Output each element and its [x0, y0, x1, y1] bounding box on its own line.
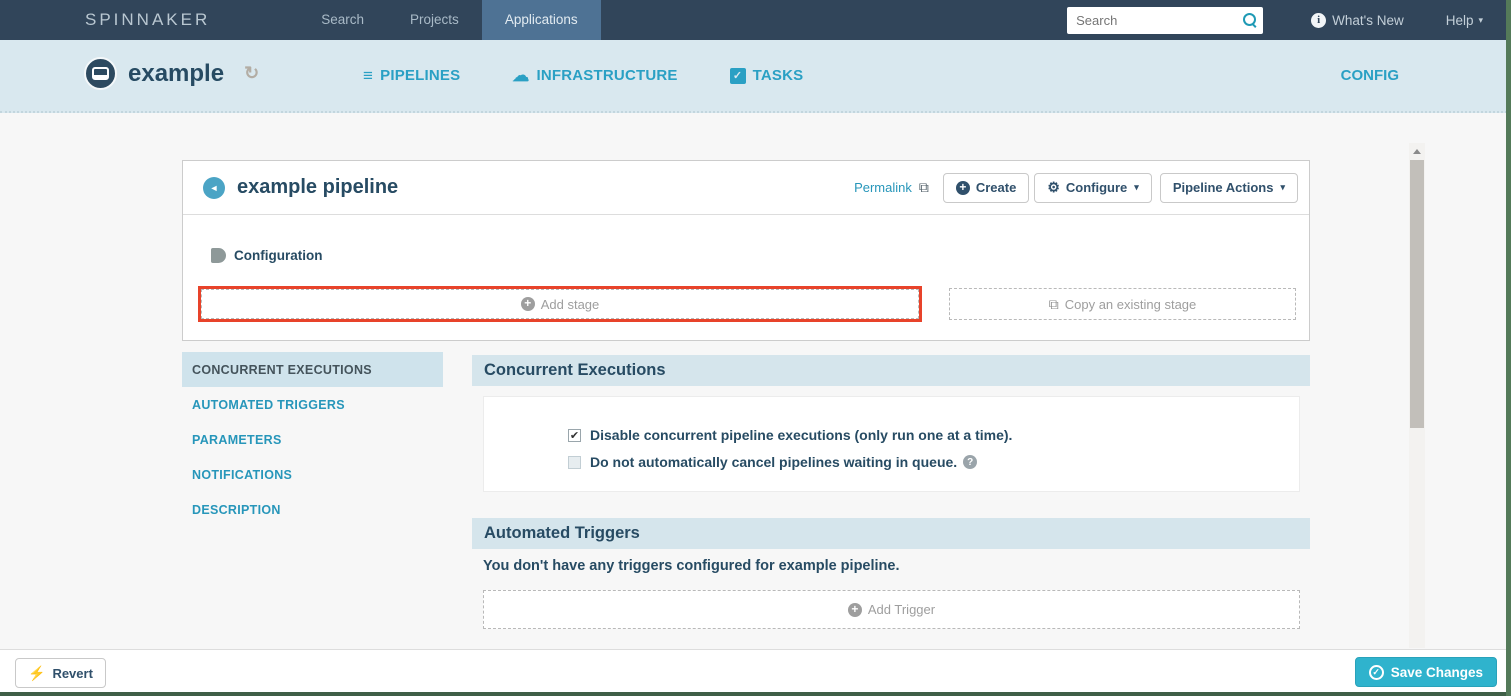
refresh-icon[interactable]: ↻: [244, 63, 259, 84]
spinnaker-logo: SPINNAKER: [85, 10, 211, 29]
search-icon: [1243, 13, 1257, 27]
topnav-item-search[interactable]: Search: [298, 0, 387, 40]
info-icon: i: [1311, 12, 1327, 28]
help-question-icon[interactable]: ?: [963, 455, 978, 469]
chevron-down-icon: ▾: [1478, 14, 1483, 25]
sidebar-item-concurrent-executions[interactable]: CONCURRENT EXECUTIONS: [182, 352, 443, 387]
application-icon: [84, 57, 117, 90]
global-search: [1067, 6, 1264, 34]
add-stage-highlight-box: + Add stage: [198, 286, 922, 322]
create-button[interactable]: + Create: [942, 172, 1030, 203]
footer-action-bar: ⚡ Revert ✓ Save Changes: [0, 649, 1511, 692]
add-trigger-container: + Add Trigger: [483, 590, 1300, 629]
sidebar-item-description[interactable]: DESCRIPTION: [182, 492, 443, 527]
bottom-edge-strip: [0, 692, 1511, 696]
whats-new-label: What's New: [1332, 12, 1404, 28]
copy-existing-stage-button[interactable]: ⧉ Copy an existing stage: [949, 288, 1296, 320]
sidebar-item-automated-triggers[interactable]: AUTOMATED TRIGGERS: [182, 387, 443, 422]
tab-infrastructure[interactable]: ☁ INFRASTRUCTURE: [512, 66, 677, 86]
topnav-right-group: i What's New Help ▾: [1067, 0, 1501, 40]
topnav-menu: Search Projects Applications: [298, 0, 601, 40]
help-menu[interactable]: Help ▾: [1446, 13, 1483, 28]
permalink-link[interactable]: Permalink: [854, 180, 912, 195]
application-identity: example ↻: [84, 57, 259, 90]
copy-stage-container: ⧉ Copy an existing stage: [949, 288, 1296, 320]
whats-new-link[interactable]: i What's New: [1311, 12, 1404, 28]
stage-shape-icon: [211, 248, 226, 263]
add-stage-label: Add stage: [540, 296, 600, 312]
back-arrow-icon[interactable]: ◄: [203, 176, 225, 199]
application-tabs: ≡ PIPELINES ☁ INFRASTRUCTURE ✓ TASKS: [363, 40, 803, 111]
plus-circle-icon: +: [955, 180, 970, 195]
settings-sidebar: CONCURRENT EXECUTIONS AUTOMATED TRIGGERS…: [182, 352, 443, 527]
pipeline-config-card: ◄ example pipeline Permalink ⧉ + Create …: [182, 160, 1310, 341]
spinnaker-app: SPINNAKER Search Projects Applications i…: [0, 0, 1511, 696]
add-trigger-button[interactable]: + Add Trigger: [483, 590, 1300, 629]
configure-button[interactable]: ⚙ Configure ▾: [1034, 172, 1152, 203]
pipeline-actions-button[interactable]: Pipeline Actions ▾: [1159, 172, 1298, 203]
check-square-icon: ✓: [729, 67, 746, 84]
no-triggers-message: You don't have any triggers configured f…: [483, 558, 900, 574]
pipeline-title: example pipeline: [237, 176, 399, 198]
lightning-icon: ⚡: [28, 664, 46, 681]
copy-icon: ⧉: [1048, 295, 1059, 312]
copy-stage-label: Copy an existing stage: [1064, 296, 1197, 312]
concurrent-executions-heading: Concurrent Executions: [472, 355, 1310, 386]
tab-tasks[interactable]: ✓ TASKS: [729, 67, 804, 84]
application-header: example ↻ ≡ PIPELINES ☁ INFRASTRUCTURE ✓…: [0, 40, 1511, 113]
sidebar-item-parameters[interactable]: PARAMETERS: [182, 422, 443, 457]
no-auto-cancel-label: Do not automatically cancel pipelines wa…: [590, 454, 958, 470]
check-circle-icon: ✓: [1368, 664, 1384, 680]
sidebar-item-notifications[interactable]: NOTIFICATIONS: [182, 457, 443, 492]
add-trigger-label: Add Trigger: [867, 602, 936, 617]
revert-button[interactable]: ⚡ Revert: [15, 658, 106, 688]
pipeline-card-header: ◄ example pipeline Permalink ⧉ + Create …: [183, 161, 1309, 215]
chevron-down-icon: ▾: [1280, 182, 1285, 192]
scrollbar-thumb[interactable]: [1410, 160, 1424, 428]
gear-icon: ⚙: [1047, 179, 1060, 195]
help-label: Help: [1445, 12, 1474, 28]
scrollbar-up-button[interactable]: [1409, 143, 1425, 159]
topnav-item-applications[interactable]: Applications: [481, 0, 601, 40]
tab-pipelines[interactable]: ≡ PIPELINES: [363, 66, 460, 86]
topnav-item-projects[interactable]: Projects: [387, 0, 482, 40]
disable-concurrent-row: ✔ Disable concurrent pipeline executions…: [568, 427, 1299, 443]
list-icon: ≡: [363, 65, 374, 85]
chevron-down-icon: ▾: [1134, 182, 1139, 192]
no-auto-cancel-row: Do not automatically cancel pipelines wa…: [568, 454, 1299, 470]
tab-config[interactable]: CONFIG: [1341, 40, 1399, 111]
up-arrow-icon: [1413, 148, 1421, 154]
checkbox-no-auto-cancel[interactable]: [568, 455, 581, 469]
tab-pipelines-label: PIPELINES: [380, 67, 461, 84]
plus-circle-icon: +: [847, 602, 862, 617]
disable-concurrent-label: Disable concurrent pipeline executions (…: [590, 427, 1013, 443]
cloud-icon: ☁: [512, 65, 530, 85]
configuration-stage-label: Configuration: [234, 248, 323, 263]
application-name: example: [128, 59, 225, 87]
configure-button-label: Configure: [1065, 180, 1128, 195]
save-changes-button[interactable]: ✓ Save Changes: [1354, 657, 1497, 687]
clipboard-copy-icon[interactable]: ⧉: [919, 179, 929, 196]
create-button-label: Create: [975, 180, 1017, 195]
top-navbar: SPINNAKER Search Projects Applications i…: [0, 0, 1511, 40]
add-stage-button[interactable]: + Add stage: [201, 289, 919, 319]
tab-tasks-label: TASKS: [752, 67, 804, 84]
checkbox-disable-concurrent[interactable]: ✔: [568, 428, 581, 442]
automated-triggers-heading: Automated Triggers: [472, 518, 1310, 549]
tab-infrastructure-label: INFRASTRUCTURE: [536, 67, 678, 84]
revert-button-label: Revert: [52, 665, 93, 681]
plus-circle-icon: +: [520, 297, 535, 311]
concurrent-executions-panel: ✔ Disable concurrent pipeline executions…: [483, 396, 1300, 492]
right-edge-strip: [1506, 0, 1511, 696]
search-input[interactable]: [1076, 12, 1244, 28]
save-changes-label: Save Changes: [1390, 664, 1483, 680]
configuration-stage[interactable]: Configuration: [211, 248, 322, 263]
pipeline-actions-label: Pipeline Actions: [1172, 180, 1274, 195]
